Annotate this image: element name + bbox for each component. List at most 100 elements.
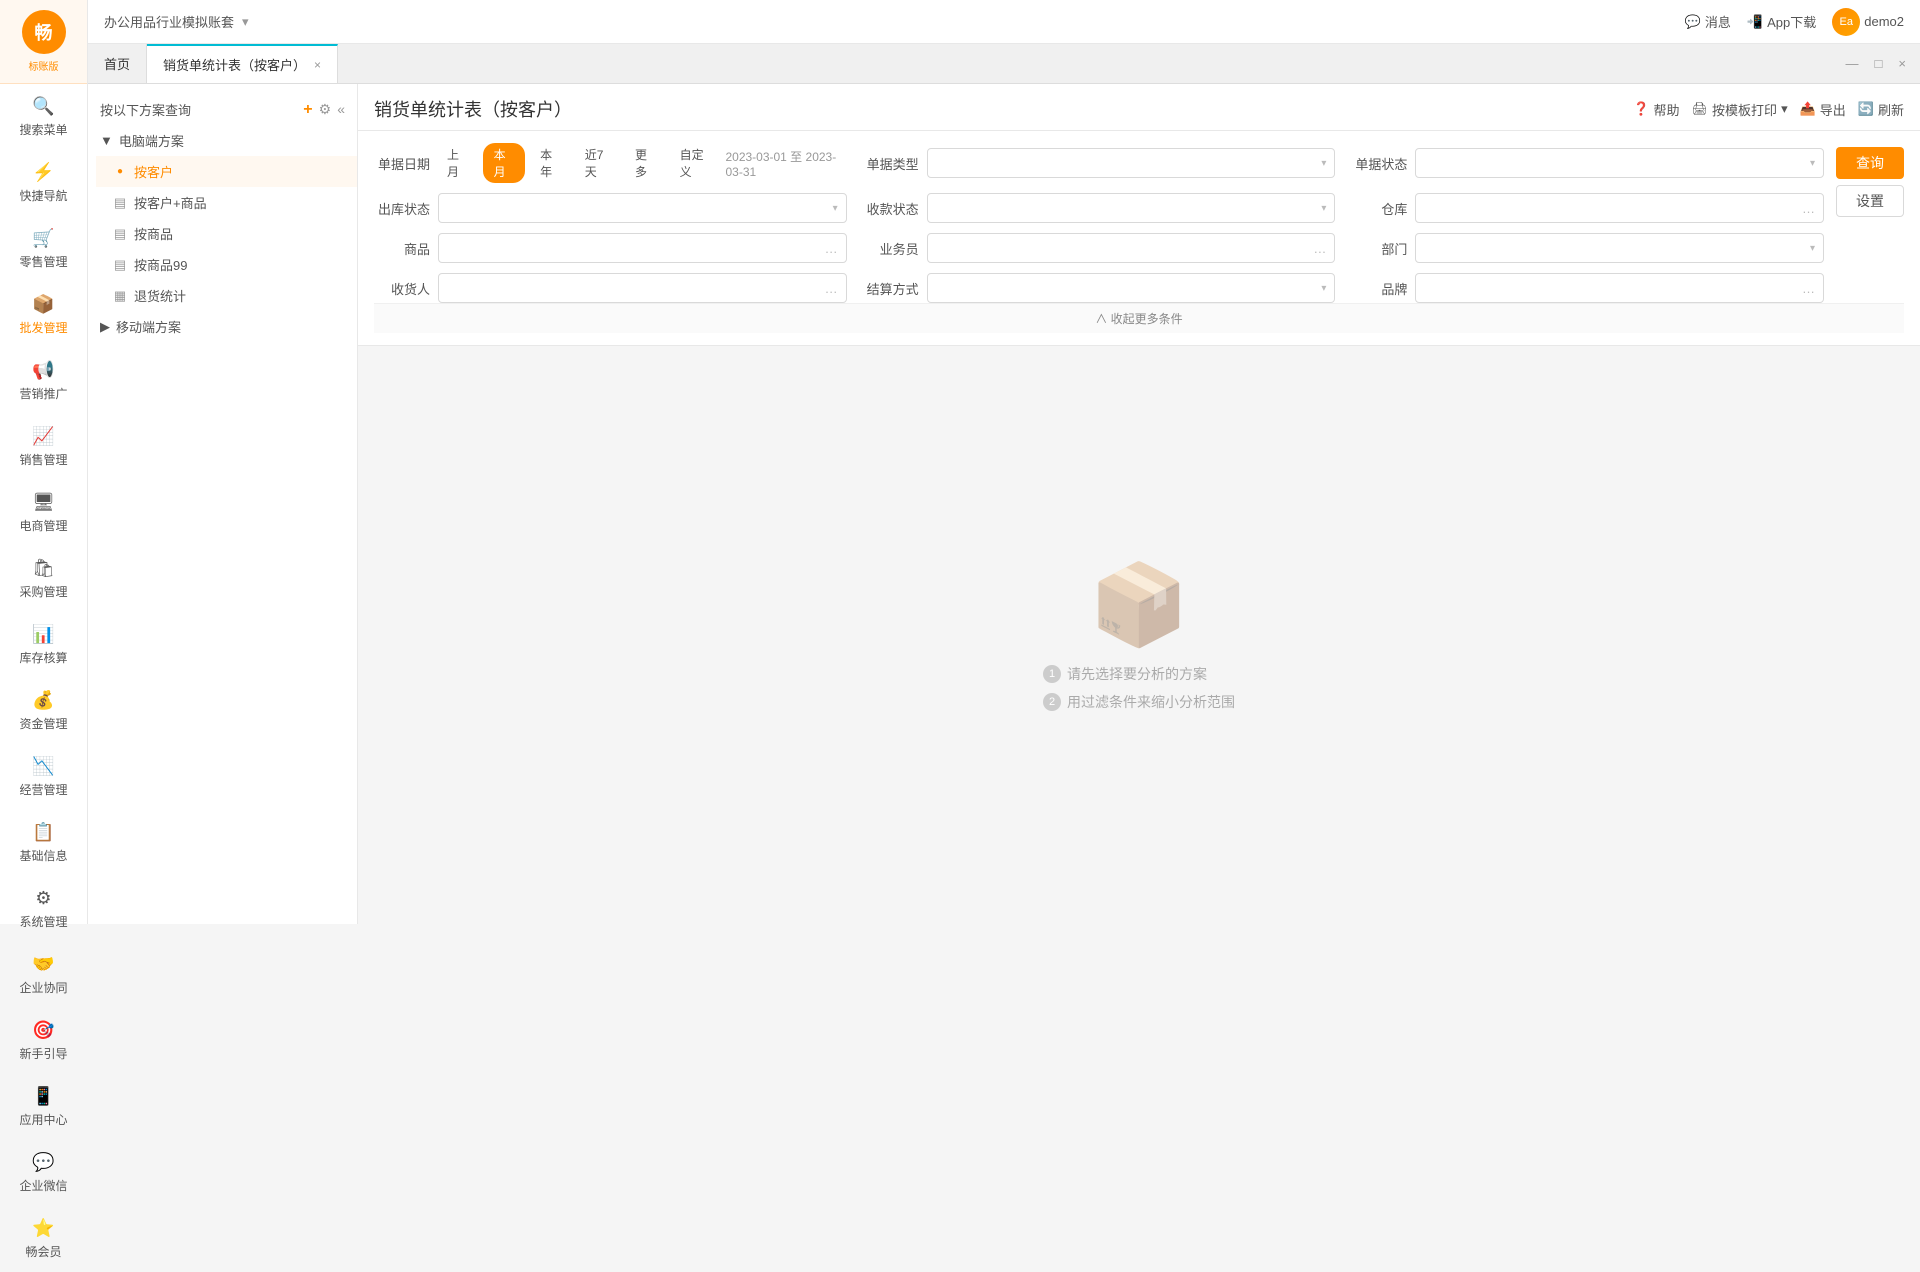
tree-item-by-product99[interactable]: ▤ 按商品99 xyxy=(96,249,357,280)
window-maximize-button[interactable]: □ xyxy=(1869,56,1889,71)
sidebar-item-wholesale[interactable]: 📦 批发管理 xyxy=(0,282,87,348)
tip-text-1: 请先选择要分析的方案 xyxy=(1067,664,1207,684)
sidebar-item-shortcut[interactable]: ⚡ 快捷导航 xyxy=(0,150,87,216)
warehouse-input[interactable]: … xyxy=(1415,193,1824,223)
monitor-icon: 🖥 xyxy=(32,492,55,513)
tab-sales-stats[interactable]: 销货单统计表（按客户） × xyxy=(147,44,338,83)
header-left: 办公用品行业模拟账套 ▾ xyxy=(104,12,249,31)
dots-icon: … xyxy=(825,241,838,256)
settlement-input[interactable]: ▾ xyxy=(927,273,1336,303)
receiver-input[interactable]: … xyxy=(438,273,847,303)
refresh-button[interactable]: 🔄 刷新 xyxy=(1858,100,1904,119)
sidebar-item-apps[interactable]: 📱 应用中心 xyxy=(0,1074,87,1140)
sidebar-item-label: 零售管理 xyxy=(19,253,67,270)
tree-item-label: 按商品99 xyxy=(134,255,187,274)
app-logo: 畅 标账版 xyxy=(0,0,87,84)
date-more[interactable]: 更多 xyxy=(626,143,665,183)
date-this-month[interactable]: 本月 xyxy=(483,143,526,183)
tree-item-return-stats[interactable]: ▦ 退货统计 xyxy=(96,280,357,311)
salesperson-input[interactable]: … xyxy=(927,233,1336,263)
collapse-panel-button[interactable]: « xyxy=(337,101,345,119)
bar-chart-icon: 📊 xyxy=(32,624,54,645)
brand-label: 品牌 xyxy=(1351,279,1407,298)
tab-actions: — □ × xyxy=(1832,44,1920,83)
collapse-icon: ∧ xyxy=(1095,312,1107,326)
user-profile[interactable]: Ea demo2 xyxy=(1832,8,1904,36)
sidebar-item-label: 资金管理 xyxy=(19,715,67,732)
tree-item-label: 按客户 xyxy=(134,162,173,181)
sidebar-item-marketing[interactable]: 📢 营销推广 xyxy=(0,348,87,414)
filter-salesperson-item: 业务员 … xyxy=(863,233,1336,263)
app-download-button[interactable]: 📲 App下载 xyxy=(1747,12,1816,31)
doc-status-label: 单据状态 xyxy=(1351,154,1407,173)
doc-status-input[interactable]: ▾ xyxy=(1415,148,1824,178)
chevron-down-icon: ▾ xyxy=(1810,243,1815,254)
tip-text-2: 用过滤条件来缩小分析范围 xyxy=(1067,692,1235,712)
date-this-year[interactable]: 本年 xyxy=(531,143,570,183)
out-status-input[interactable]: ▾ xyxy=(438,193,847,223)
sidebar-item-search[interactable]: 🔍 搜索菜单 xyxy=(0,84,87,150)
tree-item-label: 按客户+商品 xyxy=(134,193,207,212)
page-actions: ❓ 帮助 🖨 按模板打印 ▾ 📤 导出 🔄 刷新 xyxy=(1633,100,1904,119)
top-header: 办公用品行业模拟账套 ▾ 💬 消息 📲 App下载 Ea demo2 xyxy=(88,0,1920,44)
sidebar-item-basic[interactable]: 📋 基础信息 xyxy=(0,810,87,876)
sidebar-item-wechat[interactable]: 💬 企业微信 xyxy=(0,1140,87,1206)
filter-warehouse-item: 仓库 … xyxy=(1351,193,1824,223)
clipboard-icon: 📋 xyxy=(32,822,54,843)
sidebar-item-member[interactable]: ⭐ 畅会员 xyxy=(0,1206,87,1272)
export-button[interactable]: 📤 导出 xyxy=(1800,100,1846,119)
chevron-down-icon: ▾ xyxy=(833,203,838,214)
doc-type-input[interactable]: ▾ xyxy=(927,148,1336,178)
tree-item-by-customer-product[interactable]: ▤ 按客户+商品 xyxy=(96,187,357,218)
page-header: 销货单统计表（按客户） ❓ 帮助 🖨 按模板打印 ▾ 📤 导出 xyxy=(358,84,1920,131)
sidebar-item-operations[interactable]: 📉 经营管理 xyxy=(0,744,87,810)
sidebar-item-ecommerce[interactable]: 🖥 电商管理 xyxy=(0,480,87,546)
sidebar-item-sales[interactable]: 📈 销售管理 xyxy=(0,414,87,480)
left-panel-label: 按以下方案查询 xyxy=(100,100,191,119)
sidebar-item-purchase[interactable]: 🛍 采购管理 xyxy=(0,546,87,612)
sidebar-item-inventory[interactable]: 📊 库存核算 xyxy=(0,612,87,678)
setting-button[interactable]: 设置 xyxy=(1836,185,1904,217)
sidebar-item-label: 采购管理 xyxy=(19,583,67,600)
left-panel-header: 按以下方案查询 + ⚙ « xyxy=(88,94,357,125)
help-button[interactable]: ❓ 帮助 xyxy=(1633,100,1679,119)
tree-item-by-customer[interactable]: ● 按客户 xyxy=(96,156,357,187)
sidebar-item-finance[interactable]: 💰 资金管理 xyxy=(0,678,87,744)
date-last-7days[interactable]: 近7天 xyxy=(576,143,620,183)
sidebar-item-label: 基础信息 xyxy=(19,847,67,864)
sidebar-item-newbie[interactable]: 🎯 新手引导 xyxy=(0,1008,87,1074)
product-input[interactable]: … xyxy=(438,233,847,263)
sidebar-item-label: 系统管理 xyxy=(19,913,67,930)
sidebar-item-label: 销售管理 xyxy=(19,451,67,468)
payment-status-input[interactable]: ▾ xyxy=(927,193,1336,223)
dot-icon: ● xyxy=(112,166,128,177)
filter-department-item: 部门 ▾ xyxy=(1351,233,1824,263)
home-tab-label: 首页 xyxy=(104,54,130,73)
date-custom[interactable]: 自定义 xyxy=(671,143,720,183)
sidebar-item-retail[interactable]: 🛒 零售管理 xyxy=(0,216,87,282)
department-input[interactable]: ▾ xyxy=(1415,233,1824,263)
tab-home[interactable]: 首页 xyxy=(88,44,147,83)
tip-num-2: 2 xyxy=(1043,693,1061,711)
dropdown-arrow-icon[interactable]: ▾ xyxy=(242,14,249,30)
tree-items-desktop: ● 按客户 ▤ 按客户+商品 ▤ 按商品 ▤ 按商品99 ▦ 退货统计 xyxy=(96,156,357,311)
chevron-down-icon: ▾ xyxy=(1321,158,1326,169)
sidebar-item-enterprise[interactable]: 🤝 企业协同 xyxy=(0,942,87,1008)
template-print-button[interactable]: 🖨 按模板打印 ▾ xyxy=(1692,100,1788,119)
brand-input[interactable]: … xyxy=(1415,273,1824,303)
window-minimize-button[interactable]: — xyxy=(1840,56,1865,71)
add-scheme-button[interactable]: + xyxy=(303,101,312,119)
message-button[interactable]: 💬 消息 xyxy=(1685,12,1731,31)
query-button[interactable]: 查询 xyxy=(1836,147,1904,179)
sidebar-item-system[interactable]: ⚙ 系统管理 xyxy=(0,876,87,942)
tree-group-mobile[interactable]: ▶ 移动端方案 xyxy=(88,311,357,342)
window-close-button[interactable]: × xyxy=(1892,56,1912,71)
date-last-month[interactable]: 上月 xyxy=(438,143,477,183)
collapse-bar[interactable]: ∧ 收起更多条件 xyxy=(374,303,1904,333)
tree-item-by-product[interactable]: ▤ 按商品 xyxy=(96,218,357,249)
tree-group-desktop[interactable]: ▼ 电脑端方案 xyxy=(88,125,357,156)
settings-scheme-button[interactable]: ⚙ xyxy=(319,101,332,119)
target-icon: 🎯 xyxy=(32,1020,54,1041)
tab-close-button[interactable]: × xyxy=(314,58,321,72)
dots-icon: … xyxy=(1313,241,1326,256)
